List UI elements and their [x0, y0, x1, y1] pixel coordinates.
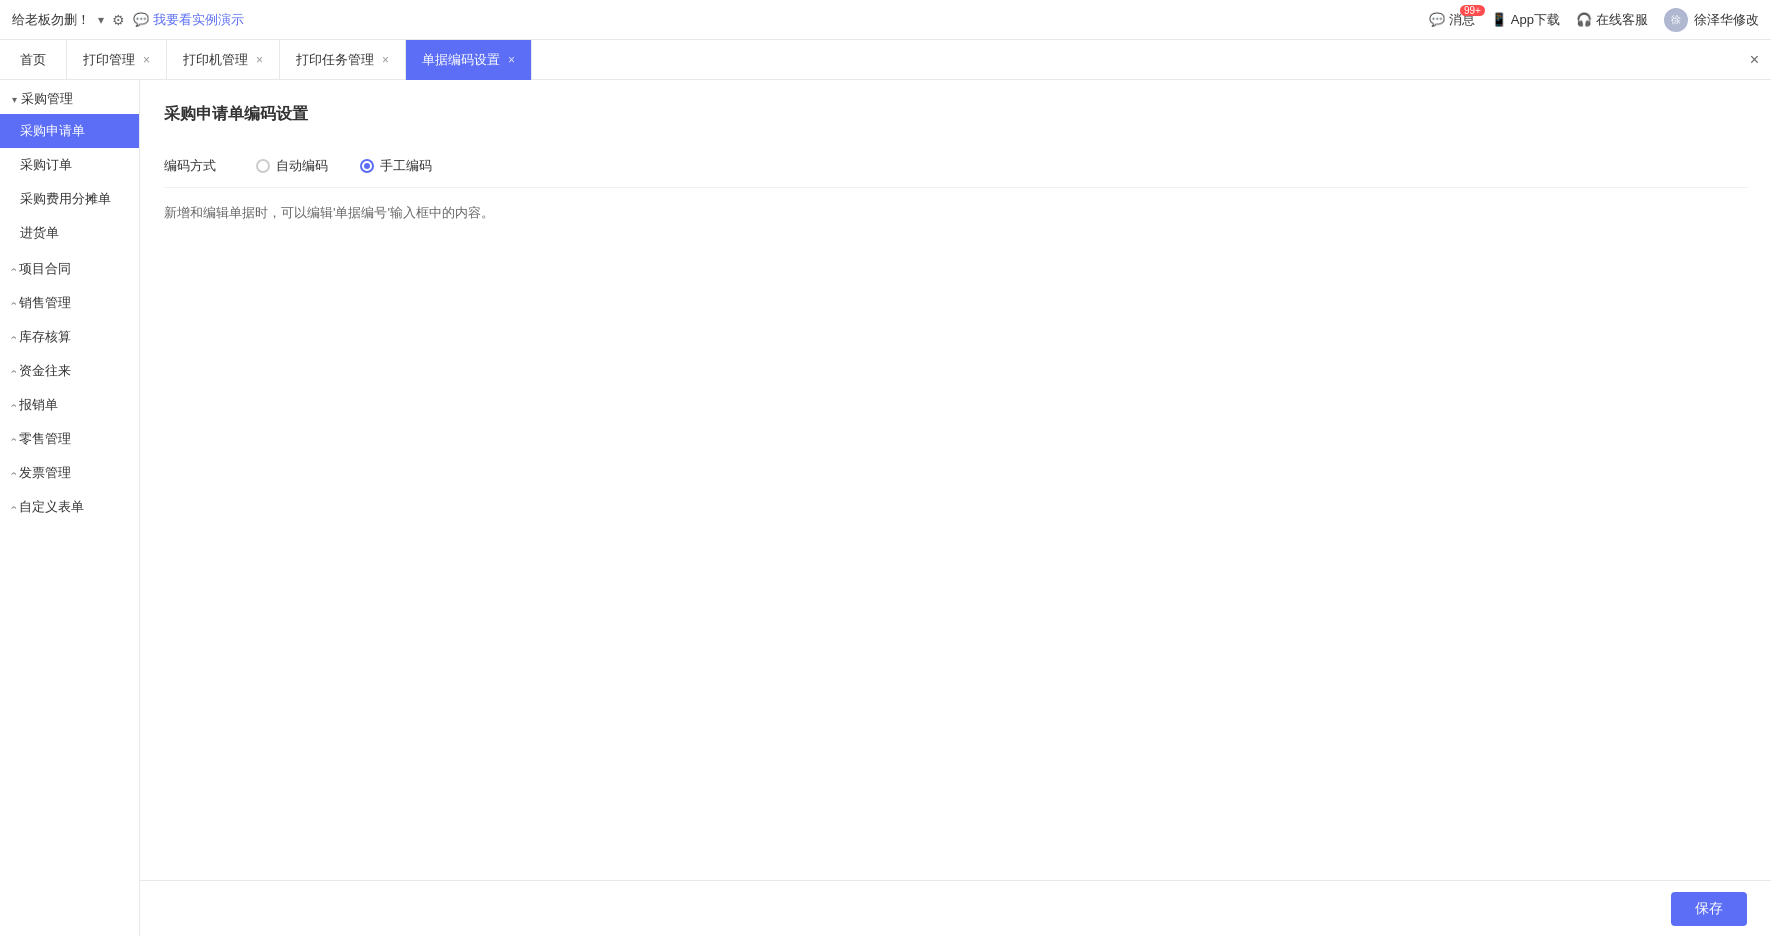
arrow-icon-custom: › [8, 505, 19, 508]
manual-encode-radio[interactable] [360, 159, 374, 173]
tab-printer-mgmt[interactable]: 打印机管理 × [167, 40, 280, 80]
app-title: 给老板勿删！ [12, 11, 90, 29]
sidebar-group-capital[interactable]: › 资金往来 [0, 352, 139, 386]
main-content: 采购申请单编码设置 编码方式 自动编码 手工编码 新增和编辑单据时，可以编辑'单… [140, 80, 1771, 936]
arrow-icon-returns: › [8, 403, 19, 406]
tab-print-mgmt[interactable]: 打印管理 × [67, 40, 167, 80]
tab-single-code-label: 单据编码设置 [422, 51, 500, 69]
user-menu[interactable]: 徐 徐泽华修改 [1664, 8, 1759, 32]
layout: ▾ 采购管理 采购申请单 采购订单 采购费用分摊单 进货单 › 项目合同 › 销… [0, 80, 1771, 936]
footer: 保存 [140, 880, 1771, 936]
auto-encode-label: 自动编码 [276, 157, 328, 175]
auto-encode-radio[interactable] [256, 159, 270, 173]
message-button[interactable]: 💬 消息 99+ [1429, 11, 1475, 29]
arrow-icon-retail: › [8, 437, 19, 440]
message-badge: 99+ [1460, 5, 1485, 16]
sidebar-item-stock-in-label: 进货单 [20, 224, 59, 242]
tab-print-task-close[interactable]: × [382, 53, 389, 67]
manual-encode-option[interactable]: 手工编码 [360, 157, 432, 175]
online-service-button[interactable]: 🎧 在线客服 [1576, 11, 1648, 29]
arrow-icon-invoice: › [8, 471, 19, 474]
sidebar-group-custom-label: 自定义表单 [19, 498, 84, 516]
sidebar-item-purchase-apply[interactable]: 采购申请单 [0, 114, 139, 148]
sidebar-item-purchase-order-label: 采购订单 [20, 156, 72, 174]
sidebar-group-purchase-title[interactable]: ▾ 采购管理 [0, 80, 139, 114]
tab-home-label: 首页 [20, 51, 46, 69]
sidebar-group-retail-label: 零售管理 [19, 430, 71, 448]
tab-print-task[interactable]: 打印任务管理 × [280, 40, 406, 80]
sidebar-group-purchase: ▾ 采购管理 采购申请单 采购订单 采购费用分摊单 进货单 [0, 80, 139, 250]
tab-printer-mgmt-close[interactable]: × [256, 53, 263, 67]
sidebar-group-project-label: 项目合同 [19, 260, 71, 278]
top-bar-right: 💬 消息 99+ 📱 App下载 🎧 在线客服 徐 徐泽华修改 [1429, 8, 1759, 32]
sidebar-item-purchase-apply-label: 采购申请单 [20, 122, 85, 140]
gear-icon[interactable]: ⚙ [112, 12, 125, 28]
close-all-tabs-button[interactable]: × [1738, 40, 1771, 80]
sidebar-group-custom-form[interactable]: › 自定义表单 [0, 488, 139, 522]
arrow-icon-sales: › [8, 301, 19, 304]
tab-printer-mgmt-label: 打印机管理 [183, 51, 248, 69]
sidebar-item-purchase-order[interactable]: 采购订单 [0, 148, 139, 182]
sidebar-group-purchase-label: 采购管理 [21, 90, 73, 108]
sidebar: ▾ 采购管理 采购申请单 采购订单 采购费用分摊单 进货单 › 项目合同 › 销… [0, 80, 140, 936]
hint-text: 新增和编辑单据时，可以编辑'单据编号'输入框中的内容。 [164, 204, 1747, 222]
service-icon: 🎧 [1576, 12, 1592, 27]
app-download-button[interactable]: 📱 App下载 [1491, 11, 1560, 29]
top-bar-left: 给老板勿删！ ▾ ⚙ 我要看实例演示 [12, 11, 244, 29]
tab-bar: 首页 打印管理 × 打印机管理 × 打印任务管理 × 单据编码设置 × × [0, 40, 1771, 80]
sidebar-group-invoice-label: 发票管理 [19, 464, 71, 482]
sidebar-group-returns-label: 报销单 [19, 396, 58, 414]
sidebar-group-invoice[interactable]: › 发票管理 [0, 454, 139, 488]
user-name: 徐泽华修改 [1694, 11, 1759, 29]
tab-single-code[interactable]: 单据编码设置 × [406, 40, 532, 80]
sidebar-group-inventory[interactable]: › 库存核算 [0, 318, 139, 352]
tab-home[interactable]: 首页 [0, 40, 67, 80]
encode-method-label: 编码方式 [164, 157, 216, 175]
sidebar-group-sales[interactable]: › 销售管理 [0, 284, 139, 318]
arrow-icon: ▾ [12, 94, 17, 105]
arrow-icon-project: › [8, 267, 19, 270]
sidebar-group-capital-label: 资金往来 [19, 362, 71, 380]
dropdown-icon[interactable]: ▾ [98, 13, 104, 27]
content-area: 采购申请单编码设置 编码方式 自动编码 手工编码 新增和编辑单据时，可以编辑'单… [140, 80, 1771, 880]
sidebar-group-inventory-label: 库存核算 [19, 328, 71, 346]
sidebar-group-returns[interactable]: › 报销单 [0, 386, 139, 420]
arrow-icon-inventory: › [8, 335, 19, 338]
manual-encode-label: 手工编码 [380, 157, 432, 175]
page-title: 采购申请单编码设置 [164, 104, 1747, 125]
tab-print-mgmt-label: 打印管理 [83, 51, 135, 69]
sidebar-group-project-contract[interactable]: › 项目合同 [0, 250, 139, 284]
encode-method-row: 编码方式 自动编码 手工编码 [164, 145, 1747, 188]
avatar: 徐 [1664, 8, 1688, 32]
sidebar-group-retail[interactable]: › 零售管理 [0, 420, 139, 454]
tab-print-mgmt-close[interactable]: × [143, 53, 150, 67]
top-bar: 给老板勿删！ ▾ ⚙ 我要看实例演示 💬 消息 99+ 📱 App下载 🎧 在线… [0, 0, 1771, 40]
demo-link[interactable]: 我要看实例演示 [133, 11, 244, 29]
service-label: 在线客服 [1596, 11, 1648, 29]
message-icon: 💬 [1429, 12, 1445, 27]
arrow-icon-capital: › [8, 369, 19, 372]
sidebar-item-purchase-expense[interactable]: 采购费用分摊单 [0, 182, 139, 216]
sidebar-item-purchase-expense-label: 采购费用分摊单 [20, 190, 111, 208]
auto-encode-option[interactable]: 自动编码 [256, 157, 328, 175]
sidebar-item-stock-in[interactable]: 进货单 [0, 216, 139, 250]
app-icon: 📱 [1491, 12, 1507, 27]
save-button[interactable]: 保存 [1671, 892, 1747, 926]
app-label: App下载 [1511, 11, 1560, 29]
sidebar-group-sales-label: 销售管理 [19, 294, 71, 312]
tab-single-code-close[interactable]: × [508, 53, 515, 67]
tab-print-task-label: 打印任务管理 [296, 51, 374, 69]
